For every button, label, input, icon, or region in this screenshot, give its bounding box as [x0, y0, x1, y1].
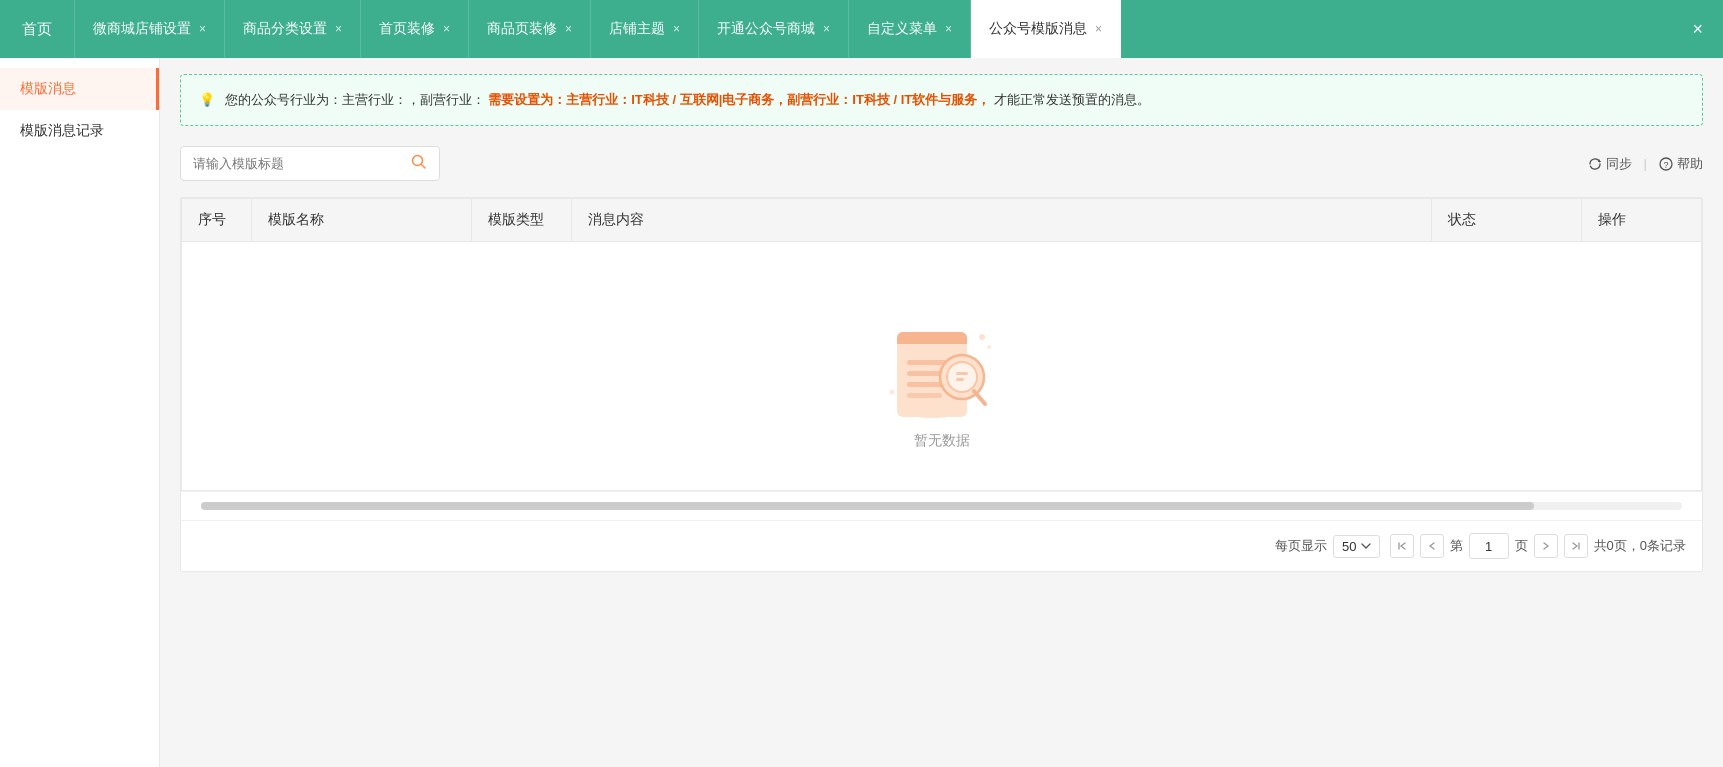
- page-size-dropdown[interactable]: 50: [1333, 535, 1379, 558]
- tab-bar-close-all[interactable]: ×: [1672, 19, 1723, 40]
- sidebar-item-template-msg[interactable]: 模版消息: [0, 68, 159, 110]
- tab-bar: 首页 微商城店铺设置 × 商品分类设置 × 首页装修 × 商品页装修 × 店铺主…: [0, 0, 1723, 58]
- svg-line-1: [422, 165, 426, 169]
- empty-text: 暂无数据: [914, 432, 970, 450]
- tab-wechat-shop-close[interactable]: ×: [199, 22, 206, 36]
- last-page-button[interactable]: [1564, 534, 1588, 558]
- svg-text:?: ?: [1663, 160, 1668, 170]
- col-name: 模版名称: [252, 199, 472, 242]
- search-input-wrap: [180, 146, 440, 181]
- notice-icon: 💡: [199, 92, 215, 107]
- tab-template-msg-close[interactable]: ×: [1095, 22, 1102, 36]
- tab-product-category-label: 商品分类设置: [243, 20, 327, 38]
- tab-home-decor-label: 首页装修: [379, 20, 435, 38]
- last-page-icon: [1571, 541, 1581, 551]
- col-action: 操作: [1582, 199, 1702, 242]
- tab-open-mall[interactable]: 开通公众号商城 ×: [699, 0, 849, 58]
- first-page-button[interactable]: [1390, 534, 1414, 558]
- tab-home[interactable]: 首页: [0, 0, 75, 58]
- toolbar-divider: |: [1644, 156, 1647, 171]
- page-size-label: 每页显示: [1275, 537, 1327, 555]
- tab-template-msg-label: 公众号模版消息: [989, 20, 1087, 38]
- first-page-icon: [1397, 541, 1407, 551]
- sidebar-item-template-msg-log[interactable]: 模版消息记录: [0, 110, 159, 152]
- svg-line-14: [974, 391, 985, 404]
- empty-illustration: [877, 302, 1007, 432]
- svg-rect-16: [956, 378, 964, 381]
- help-button[interactable]: ? 帮助: [1659, 155, 1703, 173]
- col-content: 消息内容: [572, 199, 1432, 242]
- tab-custom-menu[interactable]: 自定义菜单 ×: [849, 0, 971, 58]
- notice-box: 💡 您的公众号行业为：主营行业：，副营行业： 需要设置为：主营行业：IT科技 /…: [180, 74, 1703, 126]
- pagination-controls: 第 页 共0页，0条记录: [1390, 533, 1686, 559]
- search-row: 同步 | ? 帮助: [180, 146, 1703, 181]
- scrollbar-thumb: [201, 502, 1534, 510]
- toolbar-right: 同步 | ? 帮助: [1588, 155, 1703, 173]
- table-wrapper: 序号 模版名称 模版类型 消息内容 状态 操作: [180, 197, 1703, 572]
- page-number-input[interactable]: [1469, 533, 1509, 559]
- main-layout: 模版消息 模版消息记录 💡 您的公众号行业为：主营行业：，副营行业： 需要设置为…: [0, 58, 1723, 767]
- tab-custom-menu-close[interactable]: ×: [945, 22, 952, 36]
- tab-wechat-shop-label: 微商城店铺设置: [93, 20, 191, 38]
- scrollbar-area: [181, 491, 1702, 520]
- search-button[interactable]: [401, 147, 437, 180]
- svg-point-13: [947, 362, 977, 392]
- tab-shop-theme-close[interactable]: ×: [673, 22, 680, 36]
- tab-product-category[interactable]: 商品分类设置 ×: [225, 0, 361, 58]
- tab-product-page-decor-close[interactable]: ×: [565, 22, 572, 36]
- next-page-icon: [1542, 541, 1550, 551]
- tab-open-mall-close[interactable]: ×: [823, 22, 830, 36]
- svg-point-18: [987, 345, 991, 349]
- next-page-button[interactable]: [1534, 534, 1558, 558]
- tab-wechat-shop[interactable]: 微商城店铺设置 ×: [75, 0, 225, 58]
- tab-shop-theme-label: 店铺主题: [609, 20, 665, 38]
- tab-product-page-decor-label: 商品页装修: [487, 20, 557, 38]
- tab-open-mall-label: 开通公众号商城: [717, 20, 815, 38]
- col-type: 模版类型: [472, 199, 572, 242]
- prev-page-button[interactable]: [1420, 534, 1444, 558]
- chevron-down-icon: [1361, 543, 1371, 549]
- help-label: 帮助: [1677, 155, 1703, 173]
- sidebar: 模版消息 模版消息记录: [0, 58, 160, 767]
- pagination-row: 每页显示 50: [181, 520, 1702, 571]
- page-label: 第: [1450, 537, 1463, 555]
- svg-point-17: [979, 334, 985, 340]
- sync-button[interactable]: 同步: [1588, 155, 1632, 173]
- tab-template-msg[interactable]: 公众号模版消息 ×: [971, 0, 1121, 58]
- svg-point-19: [889, 390, 894, 395]
- sync-label: 同步: [1606, 155, 1632, 173]
- tab-custom-menu-label: 自定义菜单: [867, 20, 937, 38]
- scrollbar-track[interactable]: [201, 502, 1682, 510]
- svg-rect-7: [897, 344, 967, 350]
- tab-product-category-close[interactable]: ×: [335, 22, 342, 36]
- notice-suffix: 才能正常发送预置的消息。: [994, 92, 1150, 107]
- tab-home-decor[interactable]: 首页装修 ×: [361, 0, 469, 58]
- page-size-select: 每页显示 50: [1275, 535, 1379, 558]
- prev-page-icon: [1428, 541, 1436, 551]
- empty-state: 暂无数据: [182, 242, 1701, 490]
- col-status: 状态: [1432, 199, 1582, 242]
- total-info: 共0页，0条记录: [1594, 537, 1686, 555]
- content-area: 💡 您的公众号行业为：主营行业：，副营行业： 需要设置为：主营行业：IT科技 /…: [160, 58, 1723, 767]
- tab-shop-theme[interactable]: 店铺主题 ×: [591, 0, 699, 58]
- col-seq: 序号: [182, 199, 252, 242]
- svg-rect-11: [907, 393, 942, 398]
- svg-rect-15: [956, 372, 968, 375]
- page-unit: 页: [1515, 537, 1528, 555]
- tab-home-label: 首页: [22, 20, 52, 39]
- tab-product-page-decor[interactable]: 商品页装修 ×: [469, 0, 591, 58]
- notice-prefix: 您的公众号行业为：主营行业：，副营行业：: [225, 92, 485, 107]
- tab-home-decor-close[interactable]: ×: [443, 22, 450, 36]
- notice-highlight: 需要设置为：主营行业：IT科技 / 互联网|电子商务，副营行业：IT科技 / I…: [488, 92, 990, 107]
- page-size-value: 50: [1342, 539, 1356, 554]
- data-table: 序号 模版名称 模版类型 消息内容 状态 操作: [181, 198, 1702, 491]
- search-input[interactable]: [181, 149, 401, 178]
